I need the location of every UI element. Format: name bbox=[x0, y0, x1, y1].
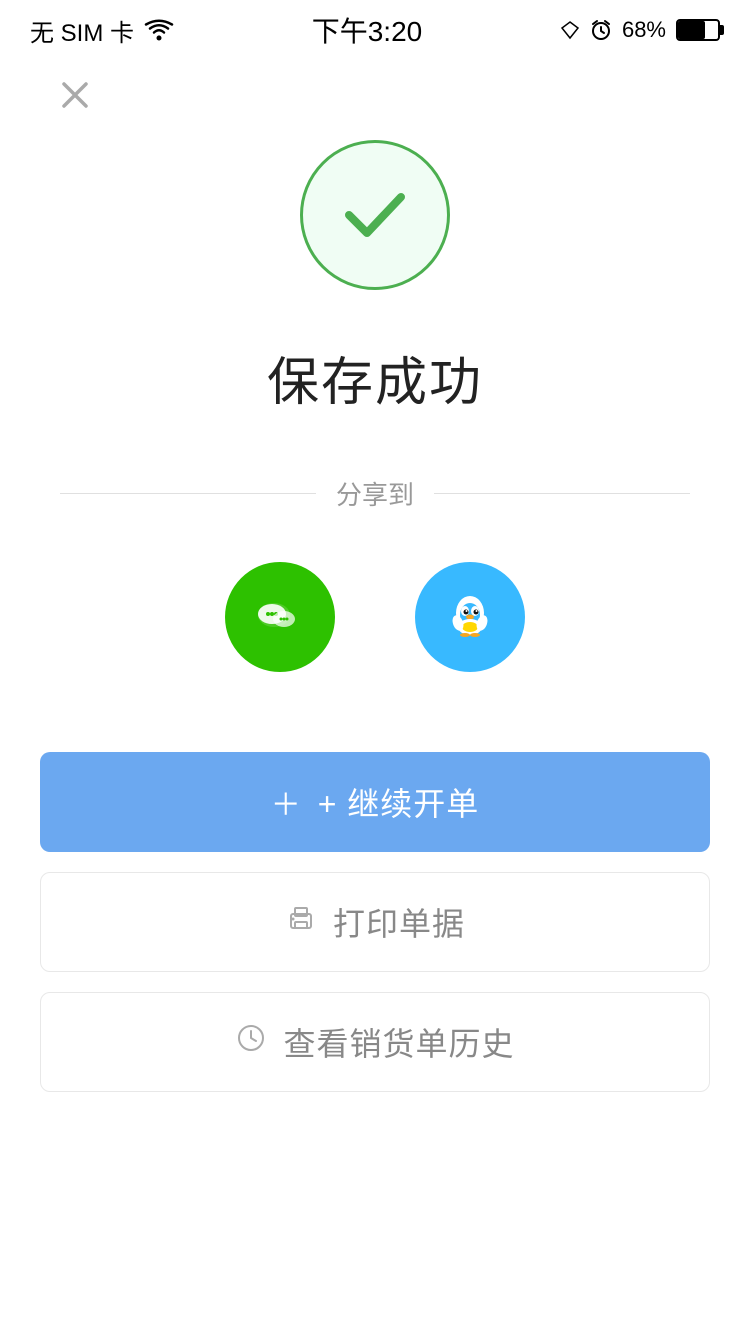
alarm-icon bbox=[590, 19, 612, 41]
print-icon bbox=[285, 902, 317, 942]
share-divider: 分享到 bbox=[0, 475, 750, 512]
wifi-icon bbox=[144, 19, 174, 41]
share-label: 分享到 bbox=[316, 475, 434, 512]
main-content: 保存成功 分享到 bbox=[0, 60, 750, 1092]
action-buttons: ＋ + 继续开单 打印单据 查看销货单历 bbox=[0, 752, 750, 1092]
history-button[interactable]: 查看销货单历史 bbox=[40, 992, 710, 1092]
status-time: 下午3:20 bbox=[312, 10, 423, 50]
location-icon bbox=[560, 20, 580, 40]
divider-line-right bbox=[434, 493, 690, 494]
share-qq-button[interactable] bbox=[415, 562, 525, 672]
share-wechat-button[interactable] bbox=[225, 562, 335, 672]
status-right: 68% bbox=[560, 17, 720, 43]
battery-icon bbox=[676, 19, 720, 41]
continue-label: + 继续开单 bbox=[318, 779, 480, 825]
status-bar: 无 SIM 卡 下午3:20 68% bbox=[0, 0, 750, 60]
check-icon bbox=[335, 173, 415, 258]
history-label: 查看销货单历史 bbox=[283, 1019, 514, 1065]
battery-text: 68% bbox=[622, 17, 666, 43]
success-title: 保存成功 bbox=[267, 340, 483, 415]
success-circle bbox=[300, 140, 450, 290]
divider-line-left bbox=[60, 493, 316, 494]
print-button[interactable]: 打印单据 bbox=[40, 872, 710, 972]
continue-button[interactable]: ＋ + 继续开单 bbox=[40, 752, 710, 852]
plus-icon: ＋ bbox=[271, 780, 302, 824]
no-sim-text: 无 SIM 卡 bbox=[30, 13, 134, 48]
close-button[interactable] bbox=[50, 70, 100, 120]
share-buttons-container bbox=[225, 562, 525, 672]
status-left: 无 SIM 卡 bbox=[30, 13, 174, 48]
clock-icon bbox=[235, 1022, 267, 1062]
print-label: 打印单据 bbox=[333, 899, 465, 945]
